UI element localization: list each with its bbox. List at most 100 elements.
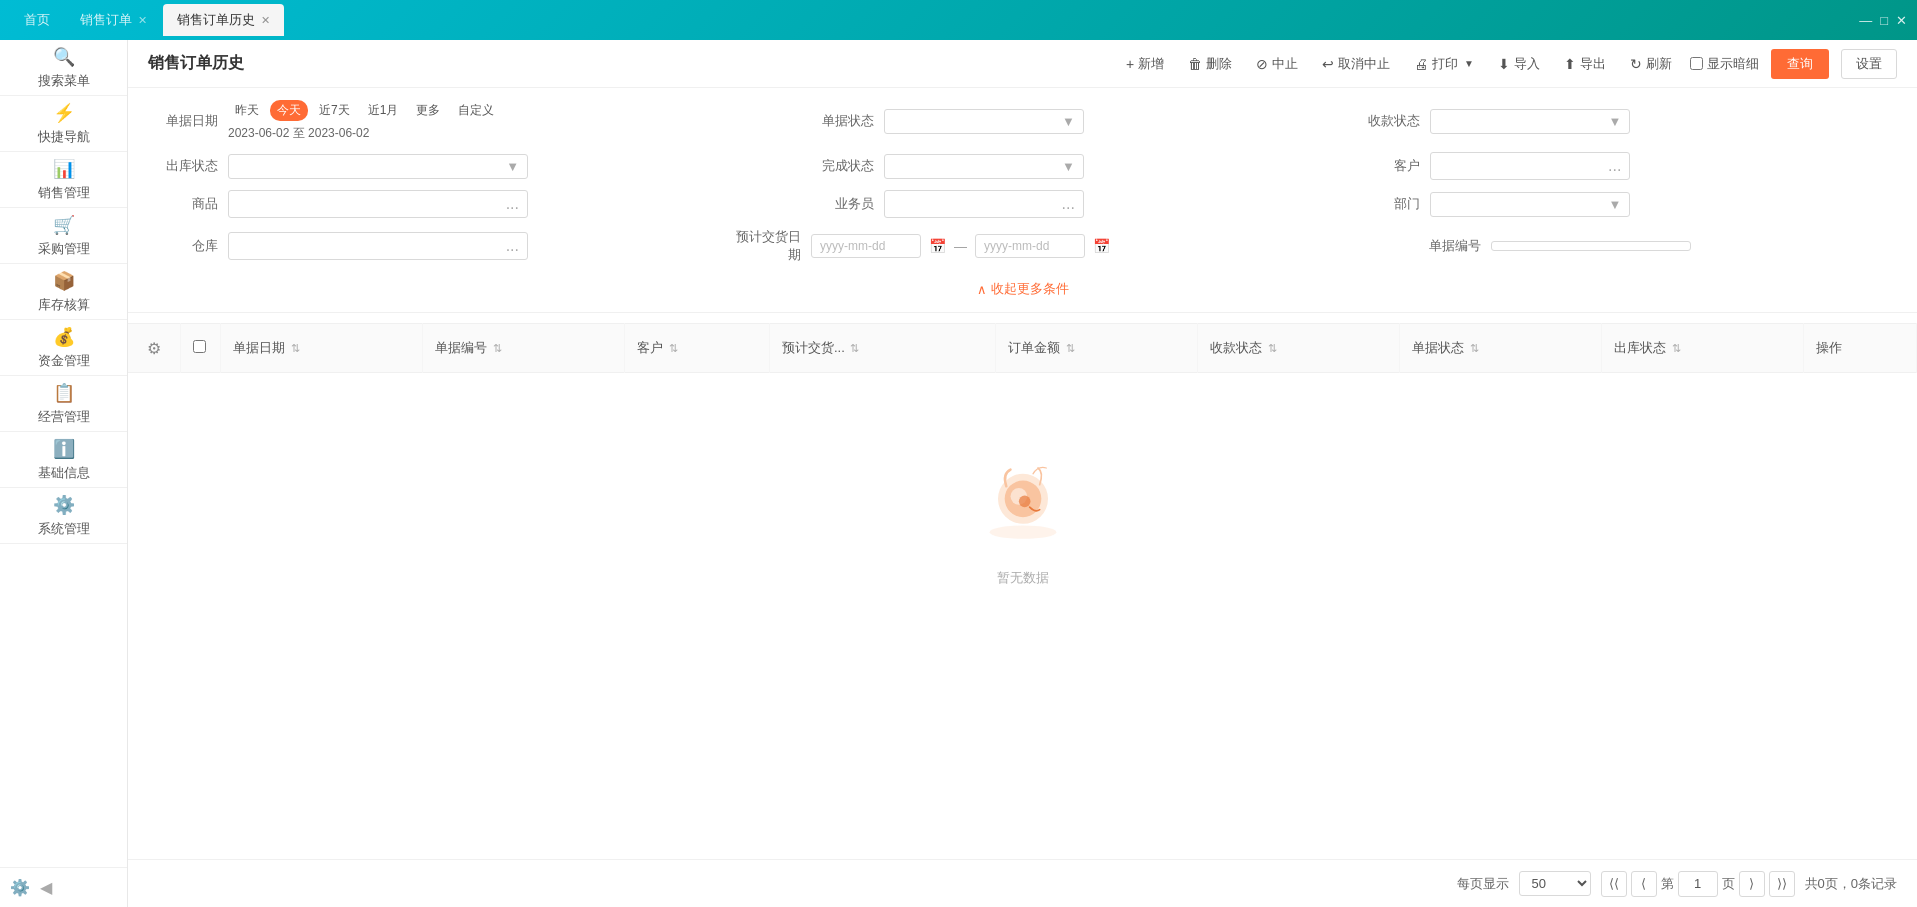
page-title: 销售订单历史 xyxy=(148,53,244,74)
content-area: 销售订单历史 + 新增 🗑 删除 ⊘ 中止 ↩ 取消中止 xyxy=(128,40,1917,907)
page-size-select[interactable]: 50 10 20 100 xyxy=(1519,871,1591,896)
sort-outbound-icon[interactable]: ⇅ xyxy=(1672,342,1681,354)
th-action-label: 操作 xyxy=(1816,340,1842,355)
date-range-text: 2023-06-02 至 2023-06-02 xyxy=(228,125,501,142)
outbound-select[interactable]: ▼ xyxy=(228,154,528,179)
salesman-input[interactable]: ... xyxy=(884,190,1084,218)
select-all-checkbox[interactable] xyxy=(193,340,206,353)
sidebar-bottom: ⚙️ ◀ xyxy=(0,867,127,907)
sidebar-item-inventory[interactable]: 📦 库存核算 xyxy=(0,264,127,320)
tab-sales-order[interactable]: 销售订单 ✕ xyxy=(66,4,161,36)
dept-select[interactable]: ▼ xyxy=(1430,192,1630,217)
search-icon: 🔍 xyxy=(53,46,75,68)
calendar-end-icon[interactable]: 📅 xyxy=(1093,238,1110,254)
th-checkbox xyxy=(181,324,221,373)
customer-dots[interactable]: ... xyxy=(1608,157,1621,175)
complete-dropdown-icon: ▼ xyxy=(1062,159,1075,174)
tab-sales-order-close[interactable]: ✕ xyxy=(138,14,147,27)
date-today[interactable]: 今天 xyxy=(270,100,308,121)
sort-customer-icon[interactable]: ⇅ xyxy=(669,342,678,354)
sort-delivery-icon[interactable]: ⇅ xyxy=(850,342,859,354)
payment-label: 收款状态 xyxy=(1350,112,1430,130)
setting-button[interactable]: 设置 xyxy=(1841,49,1897,79)
cancel-stop-button[interactable]: ↩ 取消中止 xyxy=(1316,51,1396,77)
add-label: 新增 xyxy=(1138,55,1164,73)
purchase-icon: 🛒 xyxy=(53,214,75,236)
complete-select[interactable]: ▼ xyxy=(884,154,1084,179)
sidebar-settings-btn[interactable]: ⚙️ xyxy=(10,878,30,897)
toolbar: + 新增 🗑 删除 ⊘ 中止 ↩ 取消中止 🖨 打印 xyxy=(1120,49,1897,79)
status-select[interactable]: ▼ xyxy=(884,109,1084,134)
cancel-stop-label: 取消中止 xyxy=(1338,55,1390,73)
payment-select[interactable]: ▼ xyxy=(1430,109,1630,134)
filter-group-doc-number: 单据编号 xyxy=(1411,237,1897,255)
sidebar-item-sales[interactable]: 📊 销售管理 xyxy=(0,152,127,208)
sidebar-item-basic[interactable]: ℹ️ 基础信息 xyxy=(0,432,127,488)
print-button[interactable]: 🖨 打印 ▼ xyxy=(1408,51,1480,77)
sort-doc-status-icon[interactable]: ⇅ xyxy=(1470,342,1479,354)
import-button[interactable]: ⬇ 导入 xyxy=(1492,51,1546,77)
sales-icon: 📊 xyxy=(53,158,75,180)
next-page-button[interactable]: ⟩ xyxy=(1739,871,1765,897)
th-date: 单据日期 ⇅ xyxy=(221,324,423,373)
th-number-label: 单据编号 xyxy=(435,340,487,355)
last-page-button[interactable]: ⟩⟩ xyxy=(1769,871,1795,897)
goods-input[interactable]: ... xyxy=(228,190,528,218)
delivery-date-end[interactable]: yyyy-mm-dd xyxy=(975,234,1085,258)
filter-group-complete: 完成状态 ▼ xyxy=(804,154,1351,179)
date-separator: — xyxy=(954,239,967,254)
th-payment-status-label: 收款状态 xyxy=(1210,340,1262,355)
stop-button[interactable]: ⊘ 中止 xyxy=(1250,51,1304,77)
add-icon: + xyxy=(1126,56,1134,72)
prev-page-button[interactable]: ⟨ xyxy=(1631,871,1657,897)
date-more[interactable]: 更多 xyxy=(409,100,447,121)
warehouse-input[interactable]: ... xyxy=(228,232,528,260)
export-button[interactable]: ⬆ 导出 xyxy=(1558,51,1612,77)
filter-row-1: 单据日期 昨天 今天 近7天 近1月 更多 自定义 2023-06-02 至 2… xyxy=(148,100,1897,142)
add-button[interactable]: + 新增 xyxy=(1120,51,1170,77)
maximize-button[interactable]: □ xyxy=(1880,13,1888,28)
date-1month[interactable]: 近1月 xyxy=(361,100,406,121)
sort-date-icon[interactable]: ⇅ xyxy=(291,342,300,354)
sidebar-item-finance[interactable]: 💰 资金管理 xyxy=(0,320,127,376)
stop-icon: ⊘ xyxy=(1256,56,1268,72)
customer-input[interactable]: ... xyxy=(1430,152,1630,180)
date-7days[interactable]: 近7天 xyxy=(312,100,357,121)
refresh-button[interactable]: ↻ 刷新 xyxy=(1624,51,1678,77)
delivery-date-start[interactable]: yyyy-mm-dd xyxy=(811,234,921,258)
sort-number-icon[interactable]: ⇅ xyxy=(493,342,502,354)
sidebar-item-purchase[interactable]: 🛒 采购管理 xyxy=(0,208,127,264)
query-button[interactable]: 查询 xyxy=(1771,49,1829,79)
tab-home[interactable]: 首页 xyxy=(10,4,64,36)
stop-label: 中止 xyxy=(1272,55,1298,73)
date-custom[interactable]: 自定义 xyxy=(451,100,501,121)
sidebar-item-system[interactable]: ⚙️ 系统管理 xyxy=(0,488,127,544)
th-date-label: 单据日期 xyxy=(233,340,285,355)
minimize-button[interactable]: — xyxy=(1859,13,1872,28)
tab-sales-history-close[interactable]: ✕ xyxy=(261,14,270,27)
sort-payment-icon[interactable]: ⇅ xyxy=(1268,342,1277,354)
sort-amount-icon[interactable]: ⇅ xyxy=(1066,342,1075,354)
table-settings-gear[interactable]: ⚙ xyxy=(140,334,168,362)
goods-dots[interactable]: ... xyxy=(506,195,519,213)
display-cols-checkbox[interactable]: 显示暗细 xyxy=(1690,55,1759,73)
first-page-button[interactable]: ⟨⟨ xyxy=(1601,871,1627,897)
sidebar-item-inventory-label: 库存核算 xyxy=(38,296,90,314)
delete-button[interactable]: 🗑 删除 xyxy=(1182,51,1238,77)
sidebar-item-quicknav[interactable]: ⚡ 快捷导航 xyxy=(0,96,127,152)
pagination: ⟨⟨ ⟨ 第 页 ⟩ ⟩⟩ xyxy=(1601,871,1795,897)
page-number-input[interactable] xyxy=(1678,871,1718,897)
display-cols-input[interactable] xyxy=(1690,57,1703,70)
doc-number-input[interactable] xyxy=(1491,241,1691,251)
salesman-dots[interactable]: ... xyxy=(1062,195,1075,213)
collapse-bar[interactable]: ∧ 收起更多条件 xyxy=(148,274,1897,300)
warehouse-dots[interactable]: ... xyxy=(506,237,519,255)
tab-sales-history[interactable]: 销售订单历史 ✕ xyxy=(163,4,284,36)
close-button[interactable]: ✕ xyxy=(1896,13,1907,28)
status-label: 单据状态 xyxy=(804,112,884,130)
date-yesterday[interactable]: 昨天 xyxy=(228,100,266,121)
calendar-start-icon[interactable]: 📅 xyxy=(929,238,946,254)
sidebar-item-search[interactable]: 🔍 搜索菜单 xyxy=(0,40,127,96)
sidebar-collapse-btn[interactable]: ◀ xyxy=(40,878,52,897)
sidebar-item-operation[interactable]: 📋 经营管理 xyxy=(0,376,127,432)
